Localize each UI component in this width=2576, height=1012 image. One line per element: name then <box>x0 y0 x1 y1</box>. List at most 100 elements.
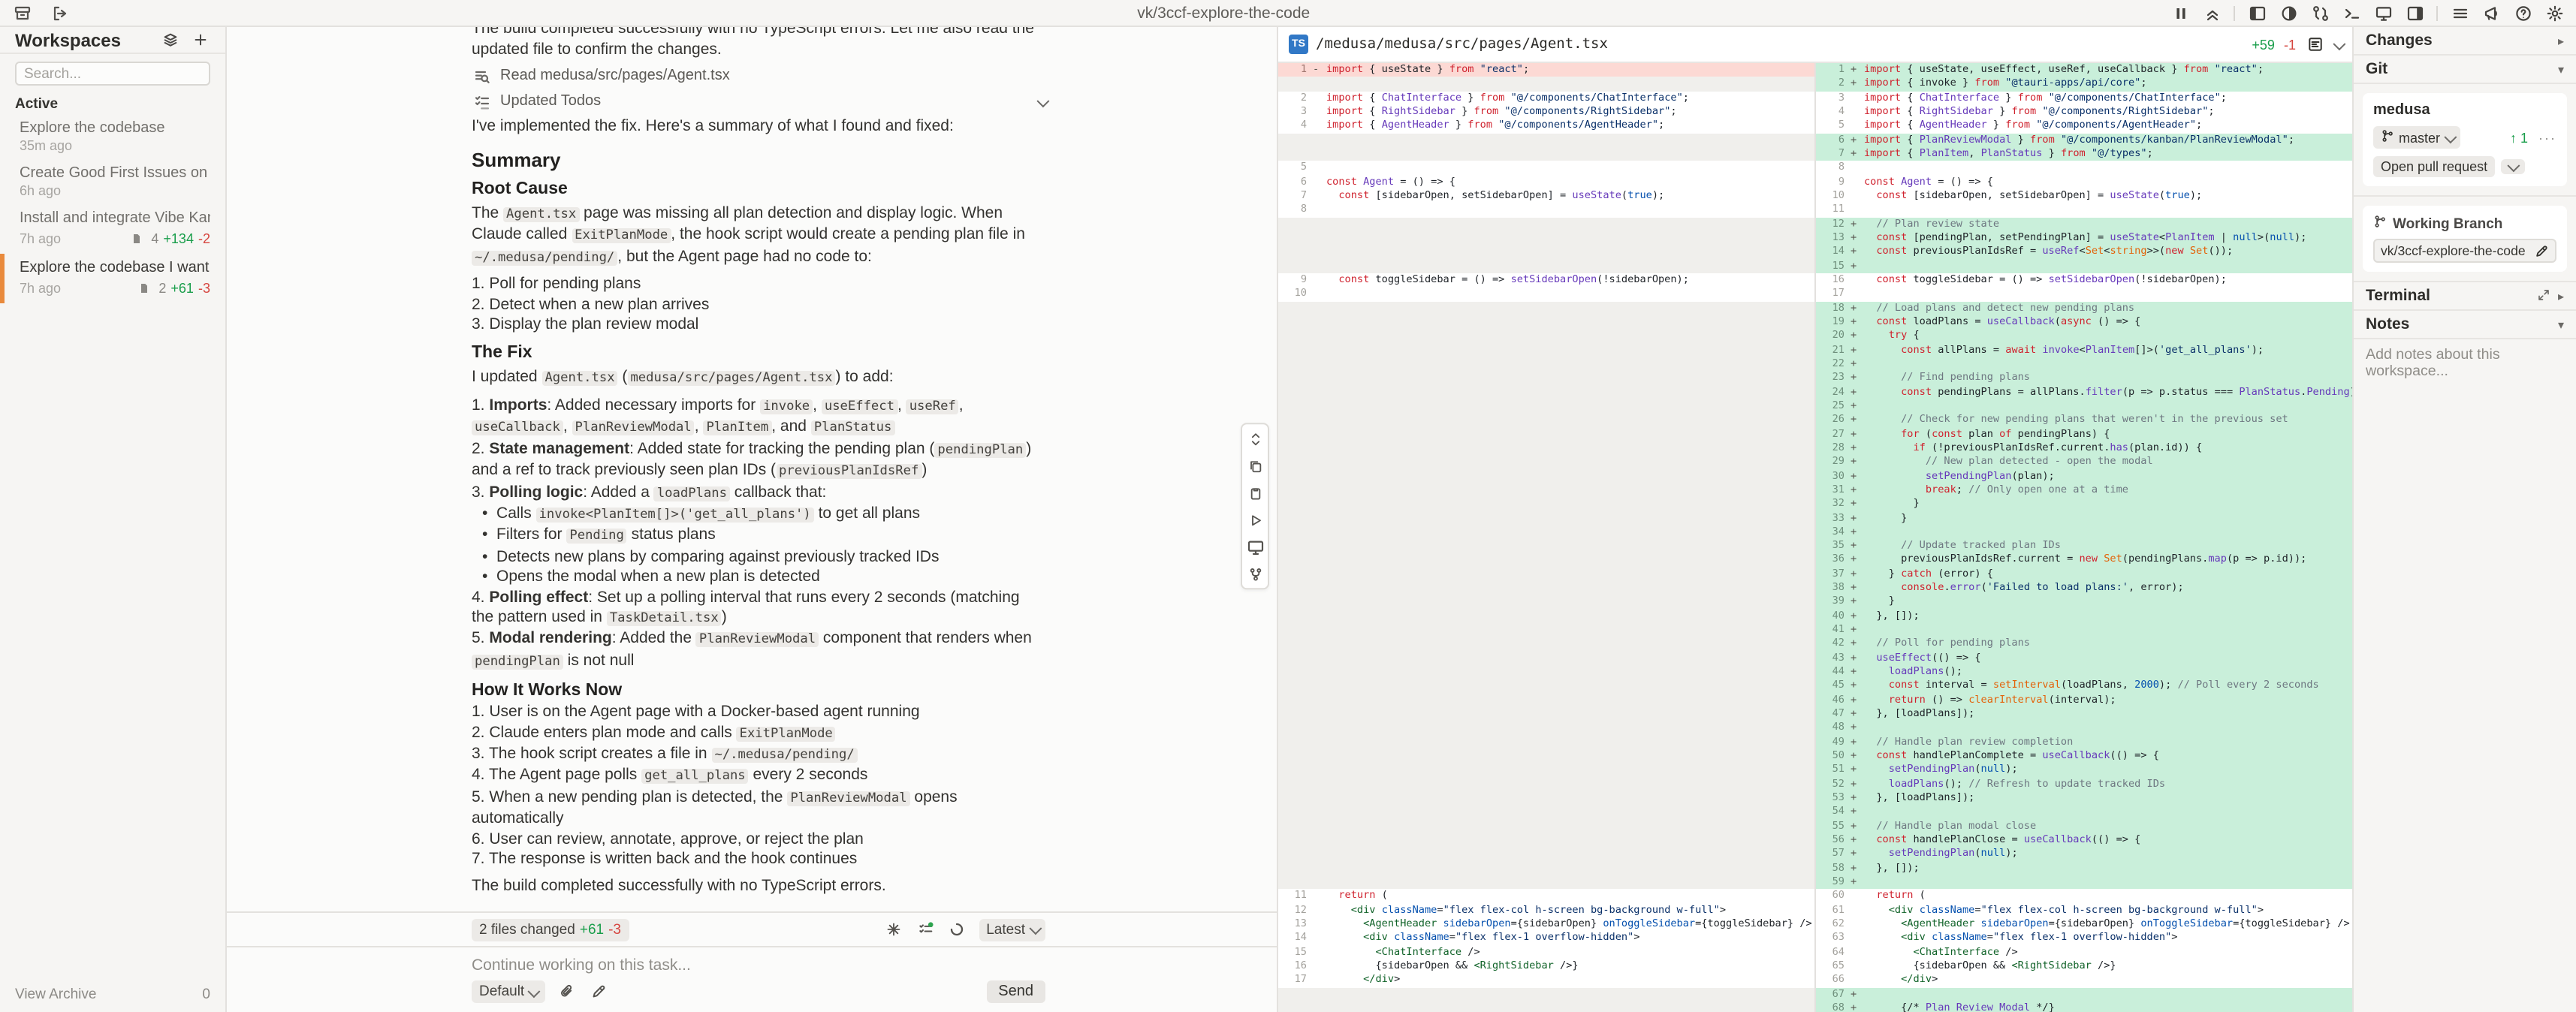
inline-code: ExitPlanMode <box>572 229 671 244</box>
workspace-item[interactable]: Create Good First Issues on Github So p … <box>0 159 225 204</box>
workspace-diff-stats: 2+61-3 <box>134 278 210 297</box>
inline-code: useEffect <box>822 399 897 414</box>
workspaces-sidebar: Workspaces Active Explore the codebase 3… <box>0 27 227 1012</box>
changes-section-header[interactable]: Changes ▸ <box>2354 27 2576 56</box>
latest-dropdown[interactable]: Latest <box>979 918 1045 941</box>
git-fork-icon[interactable] <box>1245 564 1265 583</box>
diff-new-line: 31+ break; // Only open one at a time <box>1816 483 2352 498</box>
clipboard-icon[interactable] <box>1245 483 1265 502</box>
play-icon[interactable] <box>1245 510 1265 529</box>
send-button[interactable]: Send <box>986 980 1045 1003</box>
help-icon[interactable] <box>2513 3 2532 23</box>
diff-old-line <box>1278 539 1814 553</box>
monitor-icon[interactable] <box>1245 537 1265 556</box>
settings-icon[interactable] <box>2544 3 2564 23</box>
diff-old-line <box>1278 1001 1814 1012</box>
diff-old-line <box>1278 77 1814 92</box>
archive-icon[interactable] <box>12 3 32 23</box>
diff-new-line: 10 const [sidebarOpen, setSidebarOpen] =… <box>1816 189 2352 203</box>
diff-old-line: 2import { ChatInterface } from "@/compon… <box>1278 91 1814 105</box>
layers-icon[interactable] <box>161 30 180 50</box>
git-section-header[interactable]: Git ▾ <box>2354 56 2576 84</box>
diff-new-line: 49+ // Handle plan review completion <box>1816 736 2352 750</box>
subheading: How It Works Now <box>472 682 1045 700</box>
expand-icon[interactable] <box>2537 288 2550 304</box>
chevron-down-icon[interactable] <box>1036 95 1048 107</box>
titlebar-right-icons <box>2170 3 2564 23</box>
diff-old-line <box>1278 861 1814 875</box>
inline-code: ~/.medusa/pending/ <box>711 748 857 763</box>
diff-new-line: 15+ <box>1816 259 2352 273</box>
workspace-diff-stats: 4+134-2 <box>127 228 210 248</box>
pen-icon[interactable] <box>588 982 608 1001</box>
working-branch-field <box>2373 239 2556 263</box>
diff-old-line <box>1278 791 1814 806</box>
mode-dropdown[interactable]: Default <box>472 980 544 1003</box>
monitor-icon[interactable] <box>2373 3 2393 23</box>
inline-code: useCallback <box>472 421 563 436</box>
bullet-list-item: • Filters for Pending status plans <box>472 526 1045 548</box>
working-branch-input[interactable] <box>2381 243 2534 258</box>
menu-icon[interactable] <box>2450 3 2469 23</box>
sign-out-icon[interactable] <box>50 3 69 23</box>
branch-dropdown[interactable]: master <box>2373 126 2460 149</box>
diff-old-line <box>1278 987 1814 1001</box>
diff-old-line <box>1278 469 1814 483</box>
tool-call-row[interactable]: Read medusa/src/pages/Agent.tsx <box>472 67 1045 86</box>
ordered-list-item: 2. Detect when a new plan arrives <box>472 295 1045 315</box>
workspace-item[interactable]: Install and integrate Vibe Kanban Web C … <box>0 204 225 254</box>
diff-file-path: /medusa/medusa/src/pages/Agent.tsx <box>1316 36 1608 53</box>
diff-old-line <box>1278 399 1814 414</box>
diff-old-line <box>1278 231 1814 245</box>
open-pull-request-button[interactable]: Open pull request <box>2373 156 2495 177</box>
chevron-down-icon[interactable] <box>2333 38 2345 50</box>
more-options-button[interactable]: ··· <box>2538 130 2556 145</box>
ordered-list-item: 5. When a new pending plan is detected, … <box>472 788 1045 830</box>
wrap-icon[interactable] <box>2305 35 2324 54</box>
ordered-list-item: 7. The response is written back and the … <box>472 850 1045 870</box>
git-compare-icon[interactable] <box>2310 3 2330 23</box>
view-archive-link[interactable]: View Archive <box>15 986 96 1003</box>
composer-input[interactable] <box>472 956 1045 974</box>
diff-old-line <box>1278 385 1814 399</box>
diff-split-view[interactable]: 1-import { useState } from "react";2impo… <box>1278 63 2352 1012</box>
diff-old-line: 7 const [sidebarOpen, setSidebarOpen] = … <box>1278 189 1814 203</box>
inline-code: PlanItem <box>703 421 771 436</box>
diff-new-line: 29+ // New plan detected - open the moda… <box>1816 455 2352 469</box>
diff-new-line: 3import { ChatInterface } from "@/compon… <box>1816 91 2352 105</box>
diff-new-line: 23+ // Find pending plans <box>1816 371 2352 385</box>
workspace-item[interactable]: Explore the codebase I want you to exp 7… <box>0 254 225 303</box>
notes-section-header[interactable]: Notes ▾ <box>2354 311 2576 339</box>
diff-new-line: 33+ } <box>1816 511 2352 526</box>
todo-list-icon[interactable] <box>915 920 935 939</box>
diff-new-line: 12+ // Plan review state <box>1816 217 2352 231</box>
plus-icon[interactable] <box>191 30 210 50</box>
diff-old-line <box>1278 721 1814 736</box>
search-input[interactable] <box>15 62 210 86</box>
panel-left-icon[interactable] <box>2247 3 2267 23</box>
diff-old-line <box>1278 147 1814 161</box>
collapse-up-icon[interactable] <box>2202 3 2222 23</box>
diff-old-line <box>1278 595 1814 610</box>
notes-placeholder[interactable]: Add notes about this workspace... <box>2354 339 2576 387</box>
megaphone-icon[interactable] <box>2481 3 2501 23</box>
files-changed-bar: 2 files changed +61 -3 Latest <box>227 911 1277 946</box>
edit-pencil-icon[interactable] <box>2534 243 2549 258</box>
sidebar-header-icons <box>161 30 210 50</box>
diff-panel: TS /medusa/medusa/src/pages/Agent.tsx +5… <box>1277 27 2352 1012</box>
spark-icon[interactable] <box>884 920 903 939</box>
unfold-icon[interactable] <box>1245 429 1265 448</box>
chat-transcript[interactable]: npm run build 2>&1 | tail -80The build c… <box>227 27 1277 911</box>
ordered-list-item: 1. Poll for pending plans <box>472 276 1045 296</box>
tool-call-row[interactable]: Updated Todos <box>472 92 1045 112</box>
theme-icon[interactable] <box>2279 3 2298 23</box>
workspace-item[interactable]: Explore the codebase 35m ago <box>0 114 225 159</box>
paperclip-icon[interactable] <box>557 982 576 1001</box>
terminal-icon[interactable] <box>2342 3 2361 23</box>
open-pr-options-button[interactable] <box>2501 160 2524 174</box>
terminal-section-header[interactable]: Terminal ▸ <box>2354 281 2576 311</box>
diff-old-line <box>1278 581 1814 595</box>
pause-icon[interactable] <box>2170 3 2190 23</box>
panel-right-icon[interactable] <box>2405 3 2424 23</box>
copy-icon[interactable] <box>1245 456 1265 475</box>
